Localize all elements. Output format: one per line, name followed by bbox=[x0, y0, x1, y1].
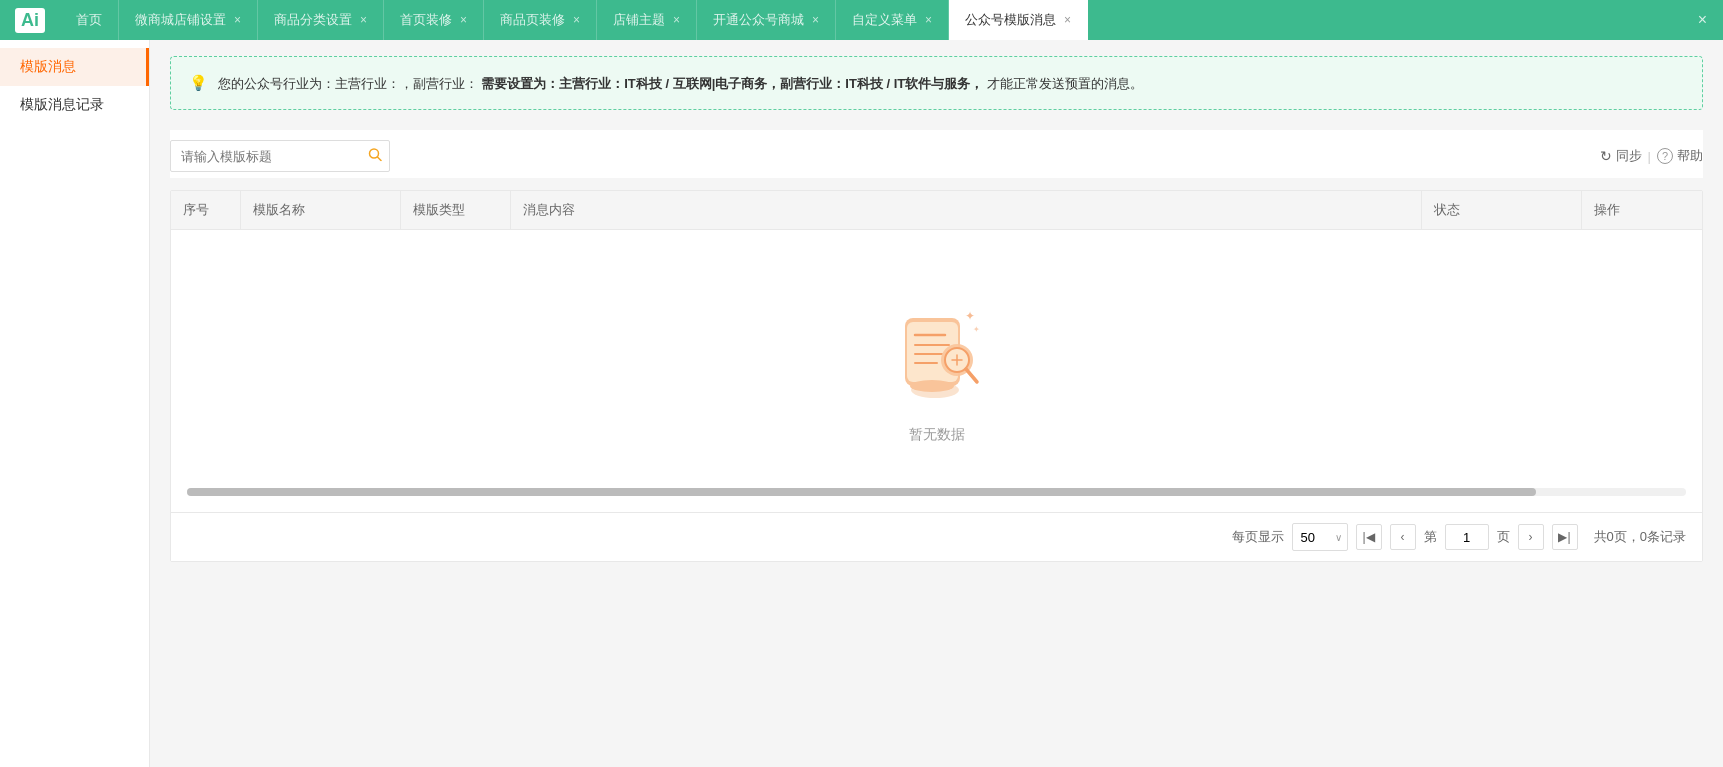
tab-label: 开通公众号商城 bbox=[713, 11, 804, 29]
notice-prefix: 您的公众号行业为：主营行业：，副营行业： bbox=[218, 76, 478, 91]
sidebar-item-template-msg[interactable]: 模版消息 bbox=[0, 48, 149, 86]
tab-homepage-decoration[interactable]: 首页装修 × bbox=[384, 0, 484, 40]
table-header: 序号 模版名称 模版类型 消息内容 状态 操作 bbox=[171, 191, 1702, 230]
th-index: 序号 bbox=[171, 191, 241, 229]
th-template-type: 模版类型 bbox=[401, 191, 511, 229]
page-next-button[interactable]: › bbox=[1518, 524, 1544, 550]
help-button[interactable]: ? 帮助 bbox=[1657, 147, 1703, 165]
sidebar-label: 模版消息 bbox=[20, 58, 76, 74]
th-msg-content: 消息内容 bbox=[511, 191, 1422, 229]
scrollbar-thumb[interactable] bbox=[187, 488, 1536, 496]
search-bar: ↻ 同步 | ? 帮助 bbox=[170, 130, 1703, 178]
search-input-wrapper bbox=[170, 140, 390, 172]
svg-line-12 bbox=[966, 369, 977, 382]
tab-close-mall[interactable]: × bbox=[812, 14, 819, 26]
tab-label: 商品页装修 bbox=[500, 11, 565, 29]
tab-bar: Ai 首页 微商城店铺设置 × 商品分类设置 × 首页装修 × 商品页装修 × … bbox=[0, 0, 1723, 40]
sidebar-label: 模版消息记录 bbox=[20, 96, 104, 112]
tab-close-category[interactable]: × bbox=[360, 14, 367, 26]
tab-category-settings[interactable]: 商品分类设置 × bbox=[258, 0, 384, 40]
search-button[interactable] bbox=[368, 148, 382, 165]
search-right: ↻ 同步 | ? 帮助 bbox=[1600, 147, 1703, 165]
tab-shop-theme[interactable]: 店铺主题 × bbox=[597, 0, 697, 40]
svg-line-1 bbox=[378, 157, 382, 161]
page-prefix: 第 bbox=[1424, 528, 1437, 546]
total-info: 共0页，0条记录 bbox=[1594, 528, 1686, 546]
tab-custom-menu[interactable]: 自定义菜单 × bbox=[836, 0, 949, 40]
tab-label: 公众号模版消息 bbox=[965, 11, 1056, 29]
page-number-input[interactable] bbox=[1445, 524, 1489, 550]
notice-box: 💡 您的公众号行业为：主营行业：，副营行业： 需要设置为：主营行业：IT科技 /… bbox=[170, 56, 1703, 110]
sync-button[interactable]: ↻ 同步 bbox=[1600, 147, 1642, 165]
page-suffix: 页 bbox=[1497, 528, 1510, 546]
tab-home[interactable]: 首页 bbox=[60, 0, 119, 40]
logo-text: Ai bbox=[15, 8, 45, 33]
empty-text: 暂无数据 bbox=[909, 426, 965, 444]
empty-illustration: ✦ ✦ bbox=[877, 290, 997, 410]
notice-icon: 💡 bbox=[189, 74, 208, 91]
svg-point-9 bbox=[910, 380, 954, 392]
app-logo: Ai bbox=[0, 0, 60, 40]
tab-label: 首页装修 bbox=[400, 11, 452, 29]
tab-product-decoration[interactable]: 商品页装修 × bbox=[484, 0, 597, 40]
th-status: 状态 bbox=[1422, 191, 1582, 229]
scrollbar-area[interactable] bbox=[171, 488, 1702, 512]
per-page-select-wrapper: 10 20 50 100 bbox=[1292, 523, 1348, 551]
search-input[interactable] bbox=[170, 140, 390, 172]
notice-highlight: 需要设置为：主营行业：IT科技 / 互联网|电子商务，副营行业：IT科技 / I… bbox=[481, 76, 983, 91]
svg-text:✦: ✦ bbox=[973, 325, 980, 334]
tab-label: 商品分类设置 bbox=[274, 11, 352, 29]
tab-close-theme[interactable]: × bbox=[673, 14, 680, 26]
sync-icon: ↻ bbox=[1600, 148, 1612, 164]
tab-label: 首页 bbox=[76, 11, 102, 29]
scrollbar-track[interactable] bbox=[187, 488, 1686, 496]
empty-state: ✦ ✦ 暂无数据 bbox=[171, 230, 1702, 484]
tab-close-homepage[interactable]: × bbox=[460, 14, 467, 26]
notice-suffix: 才能正常发送预置的消息。 bbox=[987, 76, 1143, 91]
tab-close-product[interactable]: × bbox=[573, 14, 580, 26]
tab-close-shop-settings[interactable]: × bbox=[234, 14, 241, 26]
divider: | bbox=[1648, 149, 1651, 164]
sidebar: 模版消息 模版消息记录 bbox=[0, 40, 150, 767]
per-page-select[interactable]: 10 20 50 100 bbox=[1292, 523, 1348, 551]
page-last-button[interactable]: ▶| bbox=[1552, 524, 1578, 550]
tab-template-msg[interactable]: 公众号模版消息 × bbox=[949, 0, 1088, 40]
tab-label: 店铺主题 bbox=[613, 11, 665, 29]
tab-close-template[interactable]: × bbox=[1064, 14, 1071, 26]
search-left bbox=[170, 140, 390, 172]
tab-close-menu[interactable]: × bbox=[925, 14, 932, 26]
tab-label: 自定义菜单 bbox=[852, 11, 917, 29]
tab-label: 微商城店铺设置 bbox=[135, 11, 226, 29]
page-first-button[interactable]: |◀ bbox=[1356, 524, 1382, 550]
main-layout: 模版消息 模版消息记录 💡 您的公众号行业为：主营行业：，副营行业： 需要设置为… bbox=[0, 40, 1723, 767]
empty-svg: ✦ ✦ bbox=[877, 290, 997, 410]
per-page-label: 每页显示 bbox=[1232, 528, 1284, 546]
sync-label: 同步 bbox=[1616, 147, 1642, 165]
svg-text:✦: ✦ bbox=[965, 309, 975, 323]
pagination: 每页显示 10 20 50 100 |◀ ‹ 第 页 › ▶| 共0页，0条记录 bbox=[171, 512, 1702, 561]
tab-open-mall[interactable]: 开通公众号商城 × bbox=[697, 0, 836, 40]
help-icon: ? bbox=[1657, 148, 1673, 164]
search-icon bbox=[368, 148, 382, 162]
table: 序号 模版名称 模版类型 消息内容 状态 操作 bbox=[170, 190, 1703, 562]
th-operation: 操作 bbox=[1582, 191, 1702, 229]
tab-bar-close-all[interactable]: × bbox=[1682, 11, 1723, 29]
th-template-name: 模版名称 bbox=[241, 191, 401, 229]
sidebar-item-template-record[interactable]: 模版消息记录 bbox=[0, 86, 149, 124]
content-area: 💡 您的公众号行业为：主营行业：，副营行业： 需要设置为：主营行业：IT科技 /… bbox=[150, 40, 1723, 767]
tab-shop-settings[interactable]: 微商城店铺设置 × bbox=[119, 0, 258, 40]
page-prev-button[interactable]: ‹ bbox=[1390, 524, 1416, 550]
help-label: 帮助 bbox=[1677, 147, 1703, 165]
